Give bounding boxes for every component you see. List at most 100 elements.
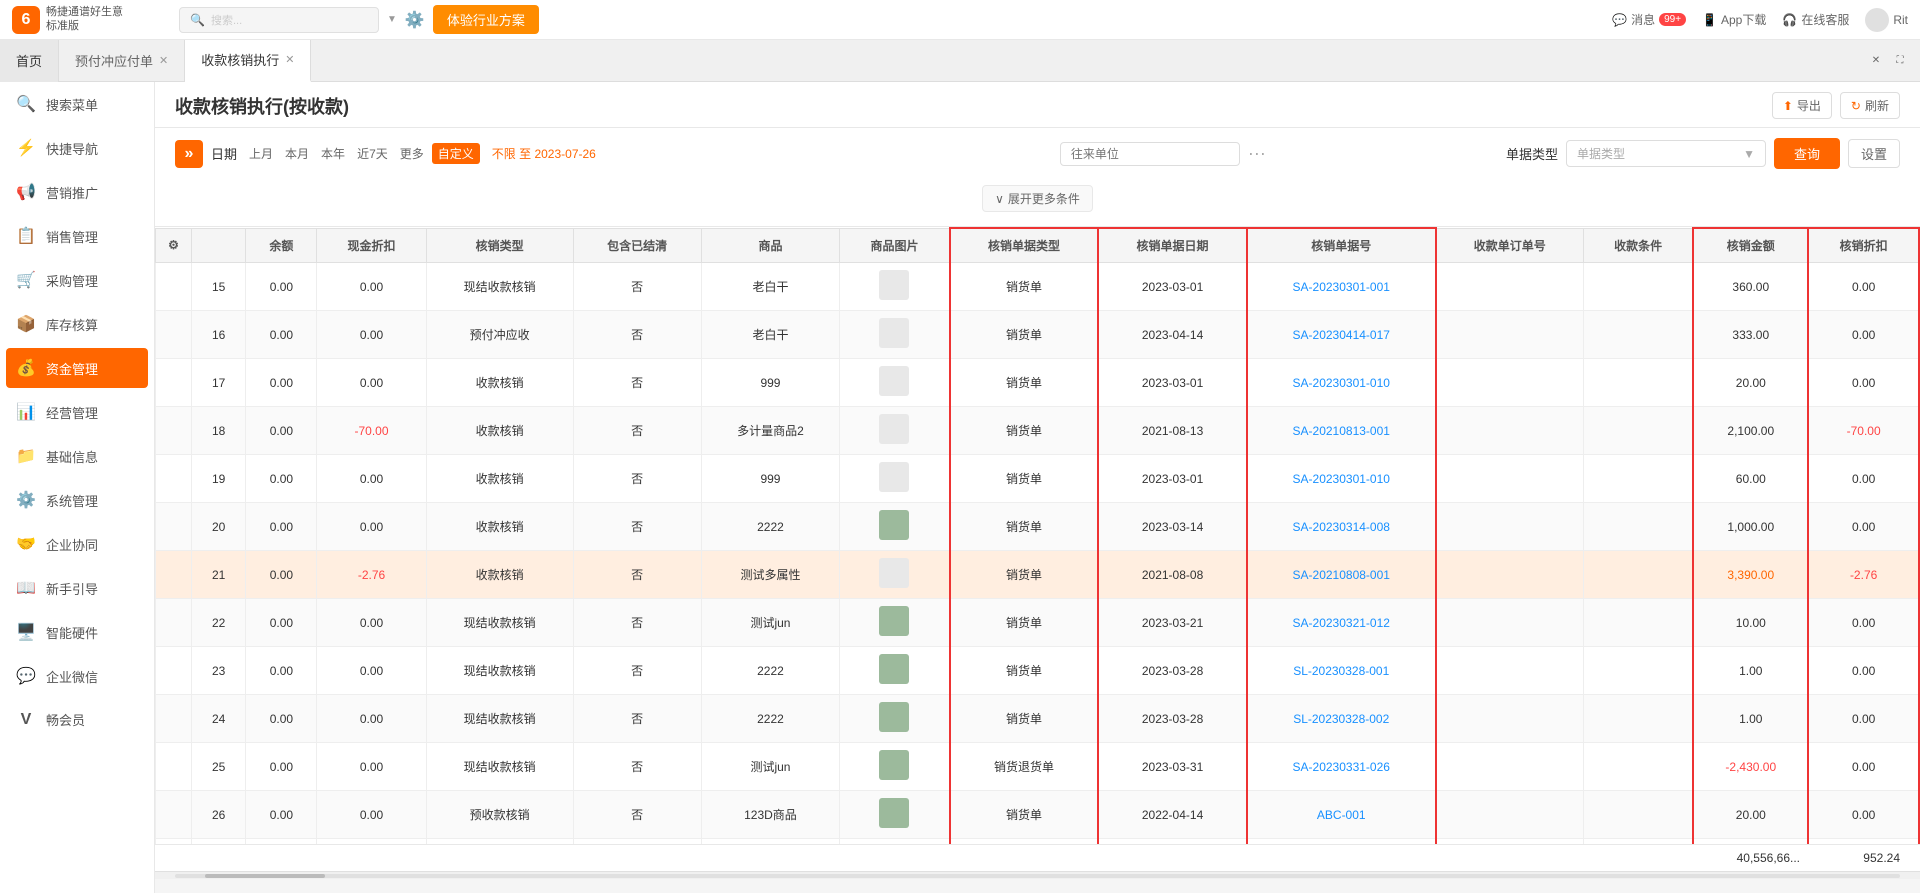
logo-text: 畅捷通谱好生意 标准版 — [46, 6, 123, 32]
sidebar-item-system[interactable]: ⚙️ 系统管理 — [0, 478, 154, 522]
sidebar-item-purchase[interactable]: 🛒 采购管理 — [0, 258, 154, 302]
bill-no-link[interactable]: SL-20230328-002 — [1293, 712, 1389, 726]
online-service-button[interactable]: 🎧 在线客服 — [1782, 11, 1849, 28]
sidebar-label-quicknav: 快捷导航 — [46, 139, 98, 158]
date-7days[interactable]: 近7天 — [353, 143, 392, 164]
bill-no-link[interactable]: SA-20210808-001 — [1293, 568, 1390, 582]
maximize-icon[interactable]: ⛶ — [1892, 53, 1908, 69]
cell-receipt-condition — [1583, 599, 1693, 647]
cell-bill-no[interactable]: SA-20210813-001 — [1247, 407, 1436, 455]
cell-bill-no[interactable]: ABC-001 — [1247, 791, 1436, 839]
collab-icon: 🤝 — [16, 534, 36, 554]
message-button[interactable]: 💬 消息 99+ — [1612, 11, 1686, 28]
cell-bill-type: 销货单 — [950, 455, 1099, 503]
date-this-year[interactable]: 本年 — [317, 143, 349, 164]
partner-input[interactable] — [1060, 142, 1240, 166]
close-receipt-icon[interactable]: ✕ — [285, 53, 294, 66]
settings-icon[interactable]: ⚙️ — [405, 10, 425, 30]
date-last-month[interactable]: 上月 — [245, 143, 277, 164]
cell-bill-no[interactable]: SA-20230301-010 — [1247, 359, 1436, 407]
scrollbar-thumb[interactable] — [205, 874, 325, 878]
date-more[interactable]: 更多 — [396, 143, 428, 164]
tab-prepay[interactable]: 预付冲应付单 ✕ — [59, 40, 185, 82]
cell-bill-date: 2023-03-21 — [1098, 599, 1247, 647]
sidebar-item-search[interactable]: 🔍 搜索菜单 — [0, 82, 154, 126]
cell-seq: 15 — [192, 263, 246, 311]
col-settings[interactable]: ⚙ — [156, 228, 192, 263]
cell-bill-date: 2022-04-14 — [1098, 791, 1247, 839]
query-button[interactable]: 查询 — [1774, 138, 1840, 169]
cell-bill-no[interactable]: SA-20230301-010 — [1247, 455, 1436, 503]
date-this-month[interactable]: 本月 — [281, 143, 313, 164]
search-bar[interactable]: 🔍 搜索... — [179, 7, 379, 33]
cell-balance: 0.00 — [246, 599, 317, 647]
user-profile[interactable]: Rit — [1865, 8, 1908, 32]
partner-dots-icon[interactable]: ··· — [1248, 143, 1266, 164]
table-row: 22 0.00 0.00 现结收款核销 否 测试jun 销货单 2023-03-… — [156, 599, 1920, 647]
close-window-icon[interactable]: ✕ — [1868, 53, 1884, 69]
col-receipt-condition: 收款条件 — [1583, 228, 1693, 263]
bill-no-link[interactable]: ABC-001 — [1317, 808, 1366, 822]
cell-included-settled: 否 — [573, 791, 701, 839]
sidebar-item-sales[interactable]: 📋 销售管理 — [0, 214, 154, 258]
date-custom-button[interactable]: 自定义 — [432, 143, 480, 164]
tab-home[interactable]: 首页 — [0, 40, 59, 82]
table-body: 15 0.00 0.00 现结收款核销 否 老白干 销货单 2023-03-01… — [156, 263, 1920, 845]
cell-balance: 0.00 — [246, 503, 317, 551]
cell-bill-no[interactable]: SA-20230331-026 — [1247, 743, 1436, 791]
cell-writeoff-type: 现结收款核销 — [426, 599, 573, 647]
cell-cash-discount: 0.00 — [317, 695, 426, 743]
bill-no-link[interactable]: SA-20210813-001 — [1293, 424, 1390, 438]
refresh-button[interactable]: ↻ 刷新 — [1840, 92, 1900, 119]
cell-bill-no[interactable]: SL-20230328-001 — [1247, 647, 1436, 695]
tab-receipt[interactable]: 收款核销执行 ✕ — [185, 40, 311, 82]
app-download-button[interactable]: 📱 App下载 — [1702, 11, 1766, 28]
sidebar-item-finance[interactable]: 💰 资金管理 — [6, 348, 148, 388]
expand-more-conditions-button[interactable]: ∨ 展开更多条件 — [982, 185, 1093, 212]
phone-icon: 📱 — [1702, 13, 1717, 27]
sidebar-item-guide[interactable]: 📖 新手引导 — [0, 566, 154, 610]
bill-no-link[interactable]: SA-20230321-012 — [1293, 616, 1390, 630]
sidebar-item-operations[interactable]: 📊 经营管理 — [0, 390, 154, 434]
bill-type-select[interactable]: 单据类型 ▼ — [1566, 140, 1766, 167]
sidebar-label-system: 系统管理 — [46, 491, 98, 510]
dropdown-arrow-icon[interactable]: ▼ — [387, 14, 397, 25]
solution-button[interactable]: 体验行业方案 — [433, 5, 539, 34]
cell-product-img — [840, 359, 950, 407]
cell-writeoff-type: 现结收款核销 — [426, 695, 573, 743]
sidebar-label-purchase: 采购管理 — [46, 271, 98, 290]
column-settings-button[interactable]: 设置 — [1848, 139, 1900, 168]
close-prepay-icon[interactable]: ✕ — [159, 54, 168, 67]
cell-bill-date: 2023-03-31 — [1098, 743, 1247, 791]
sidebar-item-weixin[interactable]: 💬 企业微信 — [0, 654, 154, 698]
sidebar-item-basic[interactable]: 📁 基础信息 — [0, 434, 154, 478]
cell-bill-no[interactable]: SA-20210808-001 — [1247, 551, 1436, 599]
bill-no-link[interactable]: SL-20230328-001 — [1293, 664, 1389, 678]
cell-bill-no[interactable]: SA-20230314-008 — [1247, 503, 1436, 551]
horizontal-scrollbar[interactable] — [155, 871, 1920, 879]
sidebar-item-collab[interactable]: 🤝 企业协同 — [0, 522, 154, 566]
export-button[interactable]: ⬆ 导出 — [1772, 92, 1832, 119]
sidebar-item-inventory[interactable]: 📦 库存核算 — [0, 302, 154, 346]
cell-bill-no[interactable]: SA-20230414-017 — [1247, 311, 1436, 359]
bill-no-link[interactable]: SA-20230301-001 — [1293, 280, 1390, 294]
cell-product-img — [840, 407, 950, 455]
cell-bill-no[interactable]: SL-20230328-002 — [1247, 695, 1436, 743]
sidebar-item-marketing[interactable]: 📢 营销推广 — [0, 170, 154, 214]
bill-no-link[interactable]: SA-20230314-008 — [1293, 520, 1390, 534]
bill-no-link[interactable]: SA-20230331-026 — [1293, 760, 1390, 774]
cell-bill-no[interactable]: SA-20230321-012 — [1247, 599, 1436, 647]
bill-no-link[interactable]: SA-20230301-010 — [1293, 376, 1390, 390]
sidebar-item-member[interactable]: V 畅会员 — [0, 698, 154, 741]
headset-icon: 🎧 — [1782, 13, 1797, 27]
bill-no-link[interactable]: SA-20230301-010 — [1293, 472, 1390, 486]
sidebar-item-quicknav[interactable]: ⚡ 快捷导航 — [0, 126, 154, 170]
cell-bill-type: 销货单 — [950, 599, 1099, 647]
cell-receipt-order — [1436, 551, 1584, 599]
cell-bill-no[interactable]: SA-20230301-001 — [1247, 263, 1436, 311]
cell-product: 测试jun — [701, 599, 840, 647]
filter-expand-button[interactable]: » — [175, 140, 203, 168]
bill-no-link[interactable]: SA-20230414-017 — [1293, 328, 1390, 342]
sidebar-item-hardware[interactable]: 🖥️ 智能硬件 — [0, 610, 154, 654]
cell-settings — [156, 599, 192, 647]
